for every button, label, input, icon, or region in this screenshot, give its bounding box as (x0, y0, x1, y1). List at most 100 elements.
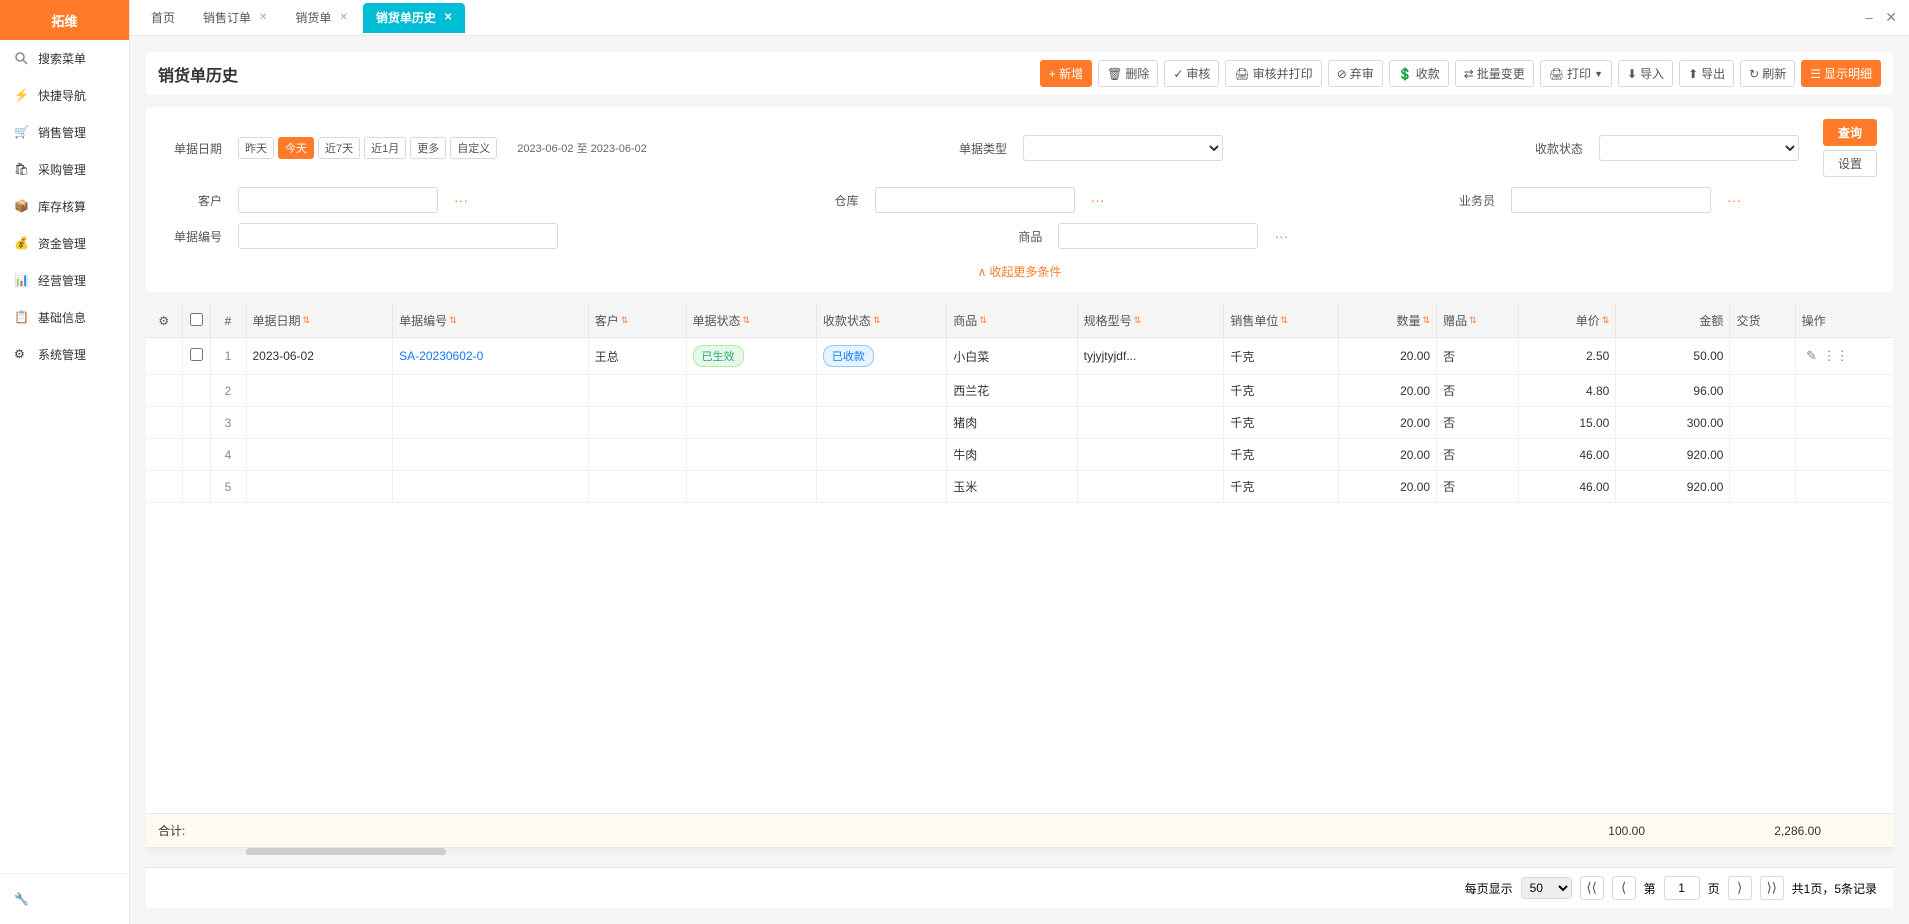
refresh-button[interactable]: ↻ 刷新 (1740, 60, 1795, 87)
salesperson-dots[interactable]: ··· (1727, 192, 1741, 208)
collect-status-select[interactable] (1599, 135, 1799, 161)
print-button[interactable]: 🖨 打印 ▼ (1540, 60, 1612, 87)
warehouse-dots[interactable]: ··· (1091, 192, 1105, 208)
cell-checkbox (182, 407, 210, 439)
date-btn-yesterday[interactable]: 昨天 (238, 137, 274, 159)
customer-input[interactable] (238, 187, 438, 213)
more-action-icon[interactable]: ⋮⋮ (1826, 346, 1846, 366)
goods-dots[interactable]: ··· (1274, 228, 1288, 244)
collect-button[interactable]: 💲 收款 (1389, 60, 1449, 87)
col-unit[interactable]: 销售单位 ⇅ (1224, 304, 1339, 338)
tab-sales-order[interactable]: 销售订单 ✕ (190, 3, 280, 33)
edit-action-icon[interactable]: ✎ (1802, 346, 1822, 366)
date-btn-1month[interactable]: 近1月 (364, 137, 406, 159)
cell-amount: 300.00 (1616, 407, 1730, 439)
col-doc-status[interactable]: 单据状态 ⇅ (686, 304, 816, 338)
sidebar-item-label: 库存核算 (38, 198, 86, 215)
col-date[interactable]: 单据日期 ⇅ (246, 304, 393, 338)
prev-page-button[interactable]: ⟨ (1612, 876, 1636, 900)
table-row: 5 玉米 千克 20.00 否 46.00 920.00 (146, 471, 1893, 503)
sidebar-item-basic-info[interactable]: 📋 基础信息 (0, 299, 129, 336)
col-goods[interactable]: 商品 ⇅ (947, 304, 1077, 338)
new-button[interactable]: + 新增 (1040, 60, 1092, 87)
query-button[interactable]: 查询 (1823, 119, 1877, 146)
show-detail-button[interactable]: ☰ 显示明细 (1801, 60, 1881, 87)
date-btn-more[interactable]: 更多 (410, 137, 446, 159)
qty-sort-icon: ⇅ (1423, 315, 1431, 326)
cell-date (246, 407, 393, 439)
export-icon: ⬆ (1688, 67, 1698, 81)
last-page-button[interactable]: ⟩⟩ (1760, 876, 1784, 900)
delete-button[interactable]: 🗑 删除 (1098, 60, 1158, 87)
sidebar-item-finance-mgmt[interactable]: 💰 资金管理 (0, 225, 129, 262)
filter-row-3: 单据编号 商品 ··· (162, 223, 1877, 249)
sidebar-item-inventory-calc[interactable]: 📦 库存核算 (0, 188, 129, 225)
tab-home[interactable]: 首页 (138, 3, 188, 33)
doc-num-link[interactable]: SA-20230602-0 (399, 349, 483, 363)
window-minimize[interactable]: − (1861, 10, 1877, 26)
first-page-button[interactable]: ⟨⟨ (1580, 876, 1604, 900)
customer-dots[interactable]: ··· (454, 192, 468, 208)
sidebar-bottom-icon1[interactable]: 🔧 (0, 882, 129, 916)
next-page-button[interactable]: ⟩ (1728, 876, 1752, 900)
cell-doc-status (686, 439, 816, 471)
cell-qty: 20.00 (1339, 375, 1437, 407)
cell-spec (1077, 439, 1224, 471)
abandon-button[interactable]: ⊘ 弃审 (1328, 60, 1383, 87)
settings-button[interactable]: 设置 (1823, 150, 1877, 177)
window-close[interactable]: ✕ (1881, 9, 1901, 26)
sidebar-item-label: 采购管理 (38, 161, 86, 178)
col-doc-num[interactable]: 单据编号 ⇅ (393, 304, 589, 338)
doc-status-sort-icon: ⇅ (743, 315, 751, 326)
page-num-input[interactable] (1664, 876, 1700, 900)
sidebar-item-purchase-mgmt[interactable]: 🛍 采购管理 (0, 151, 129, 188)
row-checkbox[interactable] (190, 348, 203, 361)
col-settings[interactable]: ⚙ (146, 304, 182, 338)
tab-close-sales-goods[interactable]: ✕ (339, 12, 347, 23)
sidebar-item-quick-nav[interactable]: ⚡ 快捷导航 (0, 77, 129, 114)
import-button[interactable]: ⬇ 导入 (1618, 60, 1673, 87)
date-btn-today[interactable]: 今天 (278, 137, 314, 159)
audit-button[interactable]: ✓ 审核 (1164, 60, 1219, 87)
warehouse-input[interactable] (875, 187, 1075, 213)
sidebar-item-search-menu[interactable]: 搜索菜单 (0, 40, 129, 77)
select-all-checkbox[interactable] (190, 313, 203, 326)
toolbar: + 新增 🗑 删除 ✓ 审核 🖨 审核并打印 ⊘ (1040, 60, 1881, 87)
cell-doc-num (393, 375, 589, 407)
table-row: 2 西兰花 千克 20.00 否 4.80 96.00 (146, 375, 1893, 407)
audit-print-button[interactable]: 🖨 审核并打印 (1225, 60, 1321, 87)
col-actions: 操作 (1795, 304, 1893, 338)
scrollbar-track[interactable] (146, 847, 1893, 855)
cell-amount: 50.00 (1616, 338, 1730, 375)
customer-label: 客户 (162, 192, 222, 209)
export-button[interactable]: ⬆ 导出 (1679, 60, 1734, 87)
date-btn-7days[interactable]: 近7天 (318, 137, 360, 159)
col-spec[interactable]: 规格型号 ⇅ (1077, 304, 1224, 338)
doc-type-select[interactable] (1023, 135, 1223, 161)
col-collect-status[interactable]: 收款状态 ⇅ (816, 304, 946, 338)
col-qty[interactable]: 数量 ⇅ (1339, 304, 1437, 338)
sidebar-item-operations-mgmt[interactable]: 📊 经营管理 (0, 262, 129, 299)
date-btn-custom[interactable]: 自定义 (450, 137, 497, 159)
lightning-icon: ⚡ (14, 88, 30, 104)
goods-input[interactable] (1058, 223, 1258, 249)
tab-sales-history[interactable]: 销货单历史 ✕ (363, 3, 465, 33)
col-gift[interactable]: 赠品 ⇅ (1437, 304, 1518, 338)
collapse-button[interactable]: ∧ 收起更多条件 (978, 263, 1062, 280)
page-size-select[interactable]: 50 100 200 (1521, 877, 1572, 899)
col-checkbox (182, 304, 210, 338)
cell-delivery (1730, 375, 1795, 407)
col-price[interactable]: 单价 ⇅ (1518, 304, 1616, 338)
tab-sales-goods[interactable]: 销货单 ✕ (282, 3, 360, 33)
tab-close-sales-history[interactable]: ✕ (444, 12, 452, 23)
scrollbar-thumb[interactable] (246, 848, 446, 855)
tab-close-sales-order[interactable]: ✕ (259, 12, 267, 23)
doc-num-input[interactable] (238, 223, 558, 249)
salesperson-input[interactable] (1511, 187, 1711, 213)
cell-gift: 否 (1437, 471, 1518, 503)
sidebar-item-sales-mgmt[interactable]: 🛒 销售管理 (0, 114, 129, 151)
batch-change-button[interactable]: ⇄ 批量变更 (1455, 60, 1534, 87)
sidebar-item-system-mgmt[interactable]: ⚙ 系统管理 (0, 336, 129, 373)
import-icon: ⬇ (1627, 67, 1637, 81)
col-customer[interactable]: 客户 ⇅ (588, 304, 686, 338)
